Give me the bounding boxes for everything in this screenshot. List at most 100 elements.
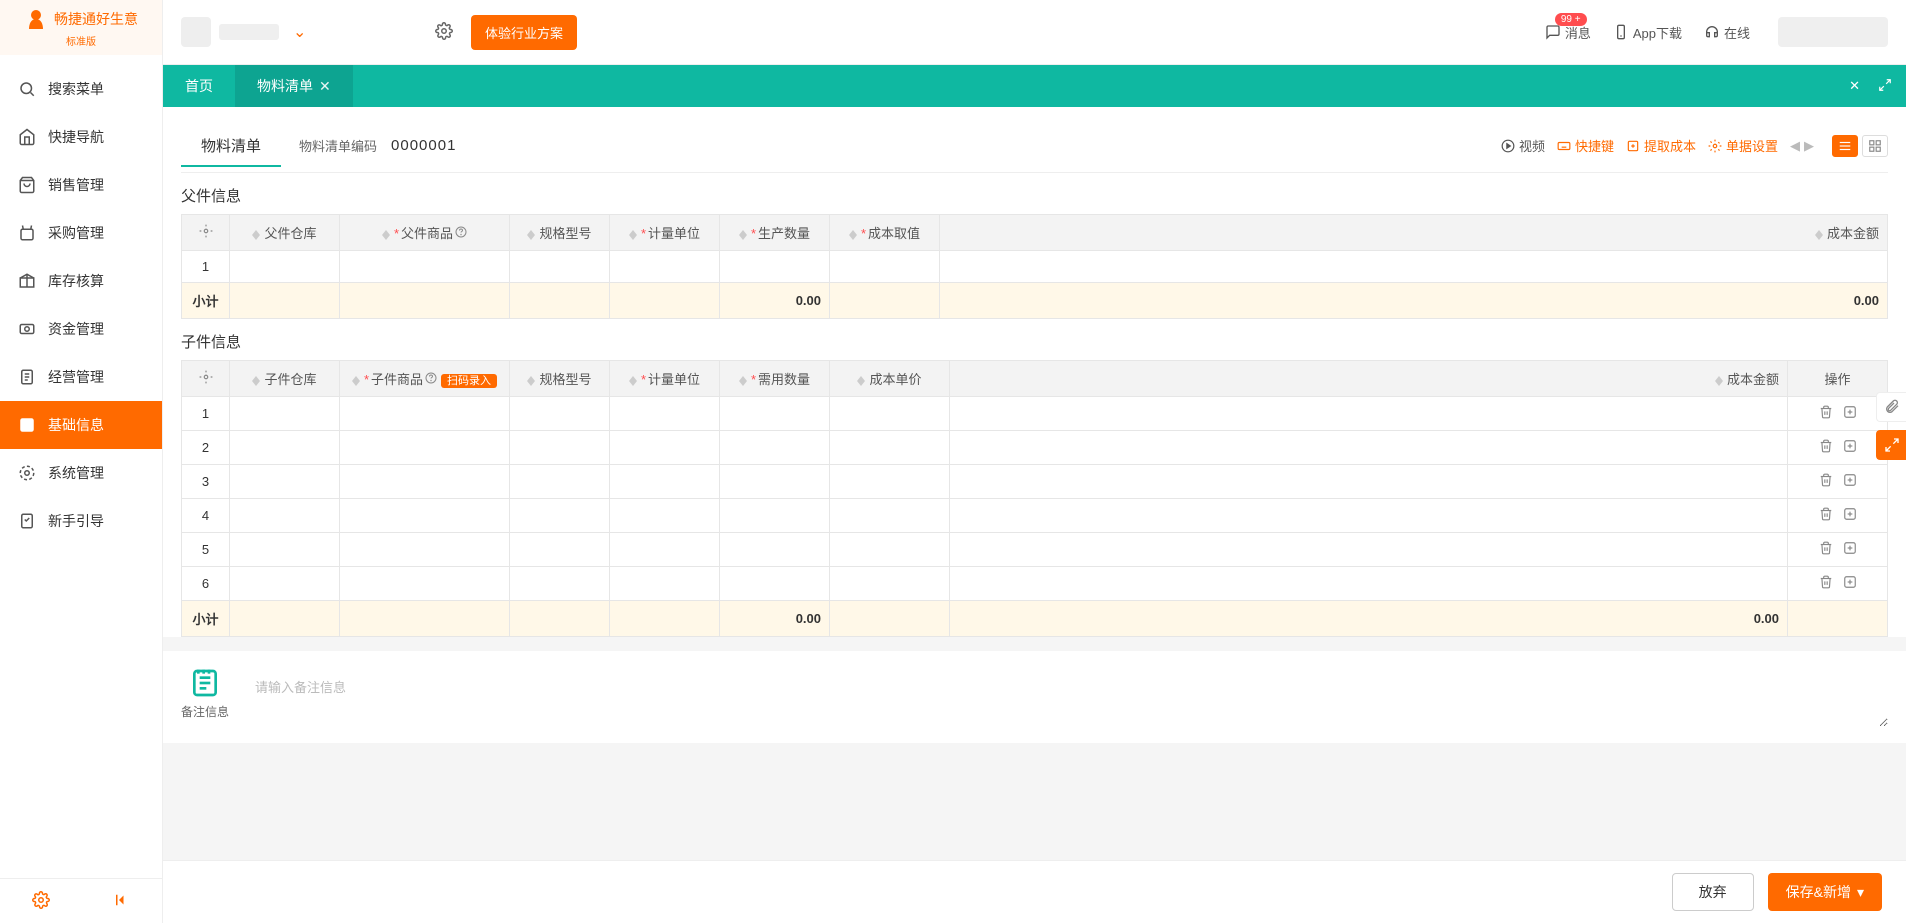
add-row-icon[interactable] xyxy=(1843,405,1857,422)
page-tab-bom[interactable]: 物料清单 xyxy=(181,125,281,166)
extract-cost-link[interactable]: 提取成本 xyxy=(1626,136,1696,155)
child-col-warehouse[interactable]: 子件仓库 xyxy=(230,361,340,397)
add-row-icon[interactable] xyxy=(1843,541,1857,558)
notes-label: 备注信息 xyxy=(181,703,229,720)
help-icon[interactable] xyxy=(425,372,437,384)
play-icon xyxy=(1501,139,1515,153)
brand-icon xyxy=(24,7,48,31)
add-row-icon[interactable] xyxy=(1843,507,1857,524)
app-download-button[interactable]: App下载 xyxy=(1613,23,1682,42)
parent-col-qty[interactable]: *生产数量 xyxy=(720,215,830,251)
config-link[interactable]: 单据设置 xyxy=(1708,136,1778,155)
gear-icon xyxy=(199,370,213,384)
table-row[interactable]: 3 xyxy=(182,465,1888,499)
table-row[interactable]: 1 xyxy=(182,397,1888,431)
sidebar-item-0[interactable]: 搜索菜单 xyxy=(0,65,162,113)
video-link[interactable]: 视频 xyxy=(1501,136,1545,155)
sidebar-item-9[interactable]: 新手引导 xyxy=(0,497,162,545)
delete-row-icon[interactable] xyxy=(1819,541,1833,558)
logo[interactable]: 畅捷通好生意 标准版 xyxy=(0,0,162,55)
delete-row-icon[interactable] xyxy=(1819,439,1833,456)
settings-icon[interactable] xyxy=(32,891,50,912)
attachment-icon[interactable] xyxy=(1876,392,1906,422)
support-button[interactable]: 在线 xyxy=(1704,23,1750,42)
page-toolbar: 视频 快捷键 提取成本 单据设置 xyxy=(1501,135,1888,157)
cta-button[interactable]: 体验行业方案 xyxy=(471,15,577,50)
parent-table: 父件仓库 *父件商品 规格型号 *计量单位 *生产数量 *成本取值 成本金额 1… xyxy=(181,214,1888,319)
parent-col-product[interactable]: *父件商品 xyxy=(340,215,510,251)
child-col-config[interactable] xyxy=(182,361,230,397)
discard-button[interactable]: 放弃 xyxy=(1672,873,1754,911)
table-row[interactable]: 1 xyxy=(182,251,1888,283)
sidebar-item-8[interactable]: 系统管理 xyxy=(0,449,162,497)
prev-record-icon[interactable]: ◀ xyxy=(1790,138,1800,154)
user-avatar[interactable] xyxy=(1778,17,1888,47)
messages-button[interactable]: 99 + 消息 xyxy=(1545,23,1591,42)
bag-icon xyxy=(18,224,36,242)
tab-home[interactable]: 首页 xyxy=(163,65,235,107)
table-row[interactable]: 4 xyxy=(182,499,1888,533)
grid-view-toggle[interactable] xyxy=(1862,135,1888,157)
keyboard-icon xyxy=(1557,139,1571,153)
sys-icon xyxy=(18,464,36,482)
fullscreen-icon[interactable] xyxy=(1872,72,1898,101)
tab-bom[interactable]: 物料清单 ✕ xyxy=(235,65,353,107)
add-row-icon[interactable] xyxy=(1843,439,1857,456)
header-actions: 99 + 消息 App下载 在线 xyxy=(1545,17,1888,47)
help-icon[interactable] xyxy=(455,226,467,238)
child-col-product[interactable]: *子件商品扫码录入 xyxy=(340,361,510,397)
table-row[interactable]: 6 xyxy=(182,567,1888,601)
child-col-need-qty[interactable]: *需用数量 xyxy=(720,361,830,397)
close-tab-icon[interactable]: ✕ xyxy=(1843,72,1866,100)
parent-col-config[interactable] xyxy=(182,215,230,251)
org-selector[interactable]: ⌄ xyxy=(181,17,431,47)
sidebar-item-7[interactable]: 基础信息 xyxy=(0,401,162,449)
parent-col-spec[interactable]: 规格型号 xyxy=(510,215,610,251)
child-col-unit[interactable]: *计量单位 xyxy=(610,361,720,397)
parent-subtotal: 小计 0.00 0.00 xyxy=(182,283,1888,319)
org-name xyxy=(219,24,279,40)
message-icon xyxy=(1545,24,1561,40)
parent-col-unit[interactable]: *计量单位 xyxy=(610,215,720,251)
gear-icon xyxy=(199,224,213,238)
collapse-sidebar-icon[interactable] xyxy=(113,891,131,912)
expand-icon[interactable] xyxy=(1876,430,1906,460)
scan-badge[interactable]: 扫码录入 xyxy=(441,374,497,388)
sidebar-item-3[interactable]: 采购管理 xyxy=(0,209,162,257)
parent-col-cost-amount[interactable]: 成本金额 xyxy=(940,215,1888,251)
messages-badge: 99 + xyxy=(1555,13,1587,26)
delete-row-icon[interactable] xyxy=(1819,507,1833,524)
sidebar-item-4[interactable]: 库存核算 xyxy=(0,257,162,305)
notes-input[interactable] xyxy=(249,667,1888,727)
parent-col-warehouse[interactable]: 父件仓库 xyxy=(230,215,340,251)
child-col-cost-amount[interactable]: 成本金额 xyxy=(950,361,1788,397)
close-icon[interactable]: ✕ xyxy=(319,78,331,95)
top-header: ⌄ 体验行业方案 99 + 消息 App下载 在线 xyxy=(163,0,1906,65)
sidebar-item-2[interactable]: 销售管理 xyxy=(0,161,162,209)
save-new-button[interactable]: 保存&新增 ▾ xyxy=(1768,873,1882,911)
delete-row-icon[interactable] xyxy=(1819,473,1833,490)
parent-col-cost-method[interactable]: *成本取值 xyxy=(830,215,940,251)
list-view-toggle[interactable] xyxy=(1832,135,1858,157)
extract-icon xyxy=(1626,139,1640,153)
sidebar-footer xyxy=(0,878,162,923)
add-row-icon[interactable] xyxy=(1843,575,1857,592)
chevron-down-icon[interactable]: ⌄ xyxy=(287,22,312,42)
notes-icon xyxy=(189,667,221,699)
table-row[interactable]: 5 xyxy=(182,533,1888,567)
table-row[interactable]: 2 xyxy=(182,431,1888,465)
child-col-spec[interactable]: 规格型号 xyxy=(510,361,610,397)
add-row-icon[interactable] xyxy=(1843,473,1857,490)
sidebar-item-label: 库存核算 xyxy=(48,271,104,291)
next-record-icon[interactable]: ▶ xyxy=(1804,138,1814,154)
sidebar-item-5[interactable]: 资金管理 xyxy=(0,305,162,353)
sidebar-item-6[interactable]: 经营管理 xyxy=(0,353,162,401)
hotkey-link[interactable]: 快捷键 xyxy=(1557,136,1614,155)
sidebar-item-1[interactable]: 快捷导航 xyxy=(0,113,162,161)
save-new-label: 保存&新增 xyxy=(1786,882,1851,902)
bom-code-value: 0000001 xyxy=(391,137,456,154)
delete-row-icon[interactable] xyxy=(1819,405,1833,422)
org-settings-icon[interactable] xyxy=(431,18,457,47)
delete-row-icon[interactable] xyxy=(1819,575,1833,592)
child-col-unit-cost[interactable]: 成本单价 xyxy=(830,361,950,397)
